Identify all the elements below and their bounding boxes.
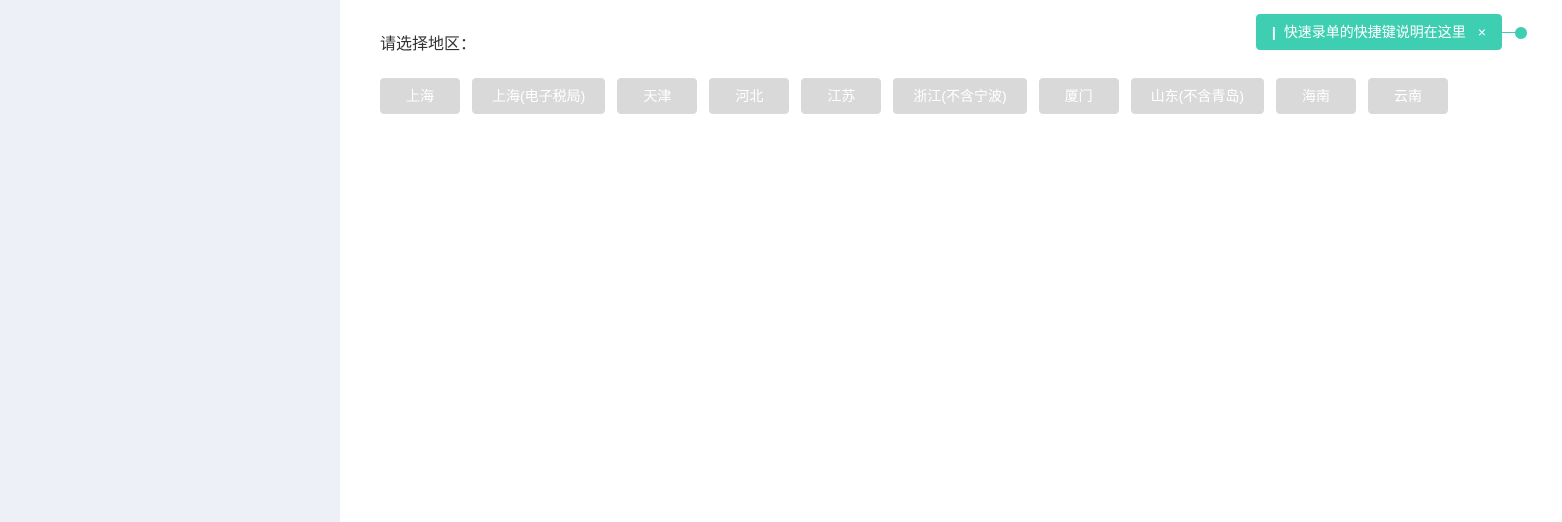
region-button-jiangsu[interactable]: 江苏 — [801, 78, 881, 114]
tooltip-line — [1493, 32, 1515, 33]
region-button-tianjin[interactable]: 天津 — [617, 78, 697, 114]
region-button-zhejiang[interactable]: 浙江(不含宁波) — [893, 78, 1026, 114]
tooltip-dot — [1515, 27, 1527, 39]
region-button-yunnan[interactable]: 云南 — [1368, 78, 1448, 114]
region-button-shanghai[interactable]: 上海 — [380, 78, 460, 114]
tooltip-close-button[interactable]: × — [1478, 24, 1486, 40]
tooltip-bubble: 快速录单的快捷键说明在这里 × — [1256, 14, 1502, 50]
region-button-xiamen[interactable]: 厦门 — [1039, 78, 1119, 114]
left-sidebar — [0, 0, 340, 522]
region-button-hainan[interactable]: 海南 — [1276, 78, 1356, 114]
main-content: 请选择地区： 上海上海(电子税局)天津河北江苏浙江(不含宁波)厦门山东(不含青岛… — [340, 0, 1562, 522]
region-buttons: 上海上海(电子税局) 天津河北江苏浙江(不含宁波) 厦门山东(不含青岛) 海南云南 — [380, 78, 1522, 114]
region-button-hebei[interactable]: 河北 — [709, 78, 789, 114]
region-button-shandong[interactable]: 山东(不含青岛) — [1131, 78, 1264, 114]
region-button-shanghai-etax[interactable]: 上海(电子税局) — [472, 78, 605, 114]
tooltip-text: 快速录单的快捷键说明在这里 — [1284, 22, 1466, 42]
